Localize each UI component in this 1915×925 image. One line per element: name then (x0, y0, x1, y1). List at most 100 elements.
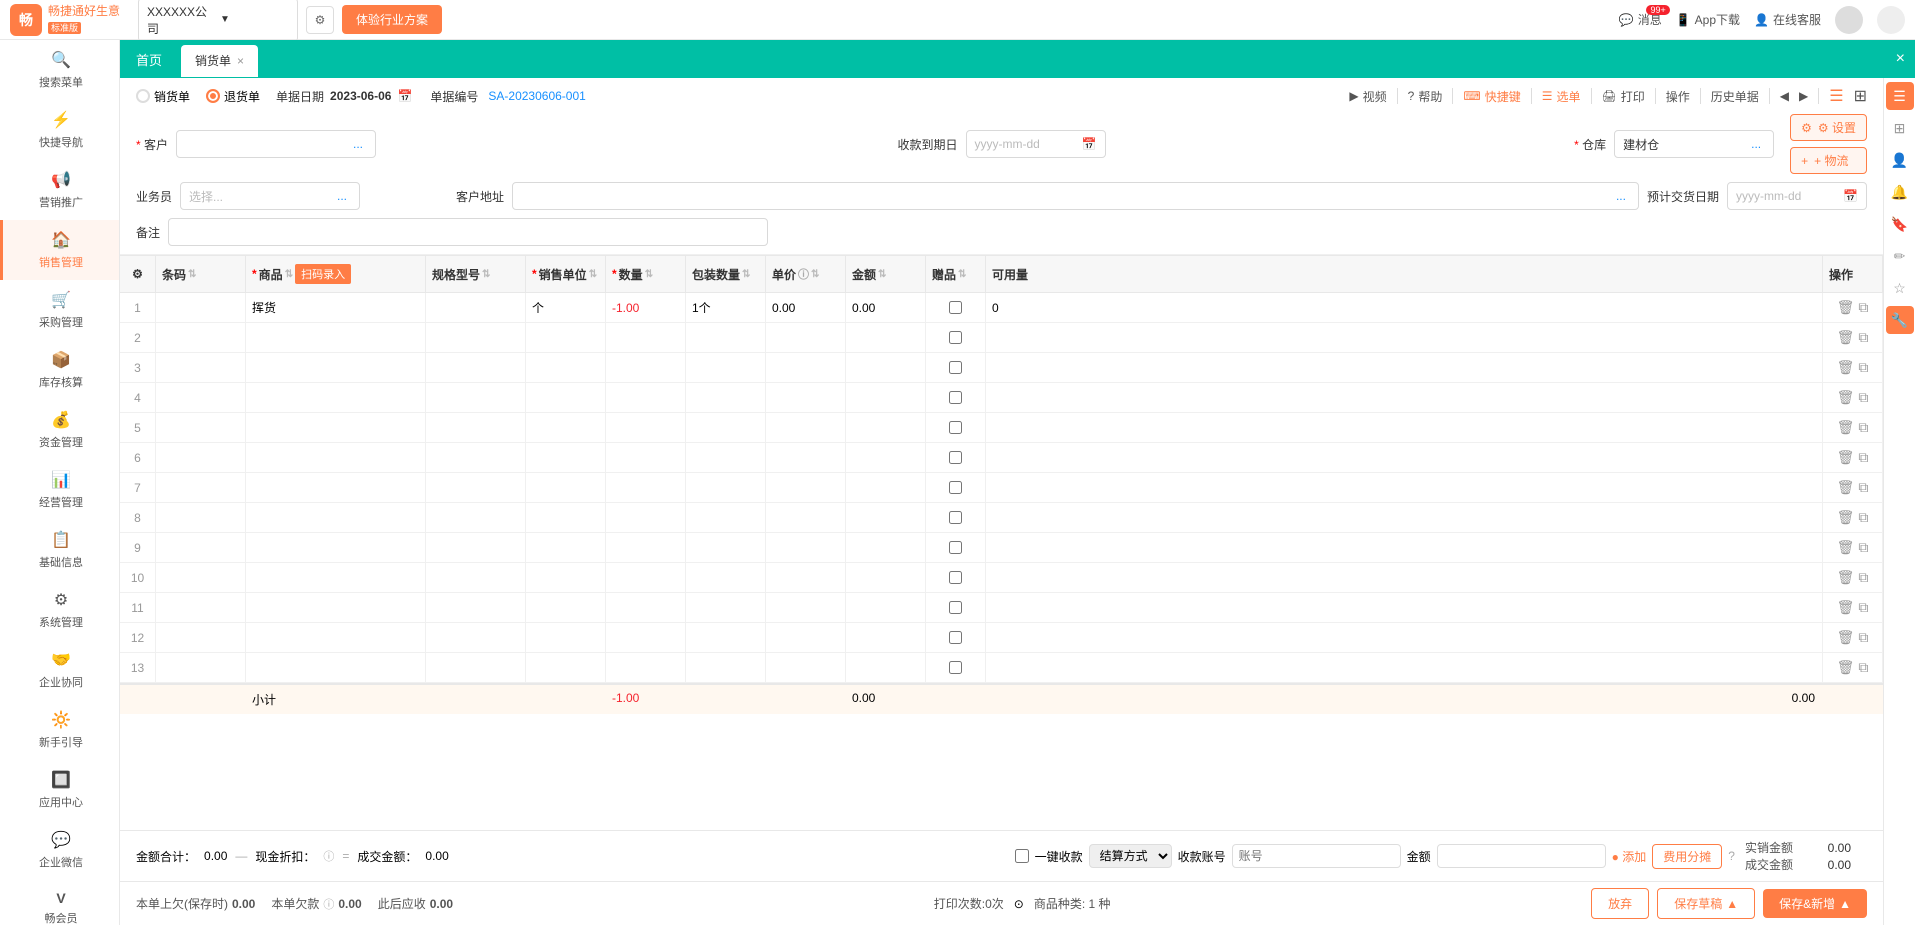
right-tool-bell[interactable]: 🔔 (1886, 178, 1914, 206)
td-amount-1[interactable]: 0.00 (846, 293, 926, 322)
gift-checkbox-9[interactable] (932, 541, 979, 554)
settlement-select[interactable]: 结算方式 (1089, 844, 1172, 868)
sidebar-item-operations[interactable]: 📊 经营管理 (0, 460, 119, 520)
discount-info-icon[interactable]: ⓘ (323, 848, 334, 864)
copy-row-11-icon[interactable]: ⧉ (1858, 599, 1868, 616)
gift-checkbox-6[interactable] (932, 451, 979, 464)
sidebar-item-quicknav[interactable]: ⚡ 快捷导航 (0, 100, 119, 160)
td-unit-1[interactable]: 个 (526, 293, 606, 322)
address-ellipsis[interactable]: ... (1612, 189, 1630, 203)
delete-row-4-icon[interactable]: 🗑 (1837, 389, 1855, 406)
sidebar-item-apps[interactable]: 🔲 应用中心 (0, 760, 119, 820)
sort-barcode-icon[interactable]: ⇅ (188, 269, 196, 280)
td-packqty-1[interactable]: 1个 (686, 293, 766, 322)
tab-home[interactable]: 首页 (120, 40, 178, 78)
customer-input[interactable]: ... (176, 130, 376, 158)
delete-row-11-icon[interactable]: 🗑 (1837, 599, 1855, 616)
delete-row-5-icon[interactable]: 🗑 (1837, 419, 1855, 436)
sidebar-item-collab[interactable]: 🤝 企业协同 (0, 640, 119, 700)
sidebar-item-marketing[interactable]: 📢 营销推广 (0, 160, 119, 220)
price-info-icon[interactable]: ⓘ (798, 266, 809, 282)
return-order-radio[interactable]: 退货单 (206, 88, 260, 105)
shortcut-button[interactable]: ⌨ 快捷键 (1463, 88, 1520, 105)
gift-checkbox-2[interactable] (932, 331, 979, 344)
gift-checkbox-3[interactable] (932, 361, 979, 374)
gift-checkbox-12[interactable] (932, 631, 979, 644)
sidebar-item-inventory[interactable]: 📦 库存核算 (0, 340, 119, 400)
history-button[interactable]: 历史单据 (1711, 88, 1759, 105)
delete-row-3-icon[interactable]: 🗑 (1837, 359, 1855, 376)
gift-checkbox-8[interactable] (932, 511, 979, 524)
th-config[interactable]: ⚙ (120, 256, 156, 292)
gift-checkbox-1[interactable] (932, 301, 979, 314)
experience-button[interactable]: 体验行业方案 (342, 5, 442, 34)
delete-row-10-icon[interactable]: 🗑 (1837, 569, 1855, 586)
settings-icon[interactable]: ⚙ (306, 6, 334, 34)
right-tool-list[interactable]: ☰ (1886, 82, 1914, 110)
app-download-button[interactable]: 📱 App下载 (1676, 11, 1740, 28)
sort-unit-icon[interactable]: ⇅ (589, 269, 597, 280)
tab-close-icon[interactable]: × (237, 54, 244, 68)
amount-field[interactable] (1437, 844, 1606, 868)
td-qty-1[interactable]: -1.00 (606, 293, 686, 322)
delete-row-1-icon[interactable]: 🗑 (1837, 299, 1855, 316)
delete-row-8-icon[interactable]: 🗑 (1837, 509, 1855, 526)
discard-button[interactable]: 放弃 (1591, 888, 1649, 919)
online-service-button[interactable]: 👤 在线客服 (1754, 11, 1821, 28)
gift-checkbox-10[interactable] (932, 571, 979, 584)
sort-amount-icon[interactable]: ⇅ (878, 269, 886, 280)
one-click-pay-checkbox[interactable] (1015, 849, 1029, 863)
messages-button[interactable]: 💬 消息 99+ (1619, 11, 1662, 28)
owe-info-icon[interactable]: ⓘ (323, 896, 334, 912)
sidebar-item-finance[interactable]: 💰 资金管理 (0, 400, 119, 460)
avatar-2[interactable] (1877, 6, 1905, 34)
delete-row-6-icon[interactable]: 🗑 (1837, 449, 1855, 466)
sidebar-item-members[interactable]: V 畅会员 (0, 880, 119, 925)
copy-row-4-icon[interactable]: ⧉ (1858, 389, 1868, 406)
add-payment-button[interactable]: ● 添加 (1612, 848, 1647, 865)
td-goods-1[interactable]: 挥货 (246, 293, 426, 322)
sort-price-icon[interactable]: ⇅ (811, 269, 819, 280)
delete-row-12-icon[interactable]: 🗑 (1837, 629, 1855, 646)
help-button[interactable]: ? 帮助 (1408, 88, 1443, 105)
warehouse-ellipsis[interactable]: ... (1747, 137, 1765, 151)
copy-row-2-icon[interactable]: ⧉ (1858, 329, 1868, 346)
warehouse-input[interactable]: 建材仓 ... (1614, 130, 1774, 158)
sidebar-item-wechat[interactable]: 💬 企业微信 (0, 820, 119, 880)
td-barcode-1[interactable] (156, 293, 246, 322)
gift-checkbox-5[interactable] (932, 421, 979, 434)
close-all-button[interactable]: × (1896, 50, 1905, 68)
receive-date-calendar-icon[interactable]: 📅 (1082, 137, 1097, 151)
remark-input[interactable] (168, 218, 768, 246)
gift-checkbox-7[interactable] (932, 481, 979, 494)
copy-row-3-icon[interactable]: ⧉ (1858, 359, 1868, 376)
sales-order-radio[interactable]: 销货单 (136, 88, 190, 105)
receive-date-input[interactable]: yyyy-mm-dd 📅 (966, 130, 1106, 158)
sidebar-item-basics[interactable]: 📋 基础信息 (0, 520, 119, 580)
expense-btn[interactable]: 费用分摊 (1652, 844, 1722, 869)
gift-checkbox-11[interactable] (932, 601, 979, 614)
sidebar-item-guide[interactable]: 🔆 新手引导 (0, 700, 119, 760)
nav-next-icon[interactable]: ▶ (1799, 89, 1808, 103)
right-tool-grid[interactable]: ⊞ (1886, 114, 1914, 142)
print-button[interactable]: 🖨 打印 (1602, 88, 1645, 105)
select-order-button[interactable]: ☰ 选单 (1542, 88, 1581, 105)
copy-row-9-icon[interactable]: ⧉ (1858, 539, 1868, 556)
gift-checkbox-4[interactable] (932, 391, 979, 404)
delete-row-13-icon[interactable]: 🗑 (1837, 659, 1855, 676)
sidebar-item-sales[interactable]: 🏠 销售管理 (0, 220, 119, 280)
copy-row-8-icon[interactable]: ⧉ (1858, 509, 1868, 526)
sidebar-item-purchase[interactable]: 🛒 采购管理 (0, 280, 119, 340)
copy-row-5-icon[interactable]: ⧉ (1858, 419, 1868, 436)
avatar[interactable] (1835, 6, 1863, 34)
copy-row-6-icon[interactable]: ⧉ (1858, 449, 1868, 466)
td-price-1[interactable]: 0.00 (766, 293, 846, 322)
address-input[interactable]: ... (512, 182, 1639, 210)
delete-row-7-icon[interactable]: 🗑 (1837, 479, 1855, 496)
right-tool-user[interactable]: 👤 (1886, 146, 1914, 174)
delete-row-9-icon[interactable]: 🗑 (1837, 539, 1855, 556)
account-input[interactable] (1232, 844, 1401, 868)
copy-row-1-icon[interactable]: ⧉ (1858, 299, 1868, 316)
sort-qty-icon[interactable]: ⇅ (645, 269, 653, 280)
operation-button[interactable]: 操作 (1666, 88, 1690, 105)
